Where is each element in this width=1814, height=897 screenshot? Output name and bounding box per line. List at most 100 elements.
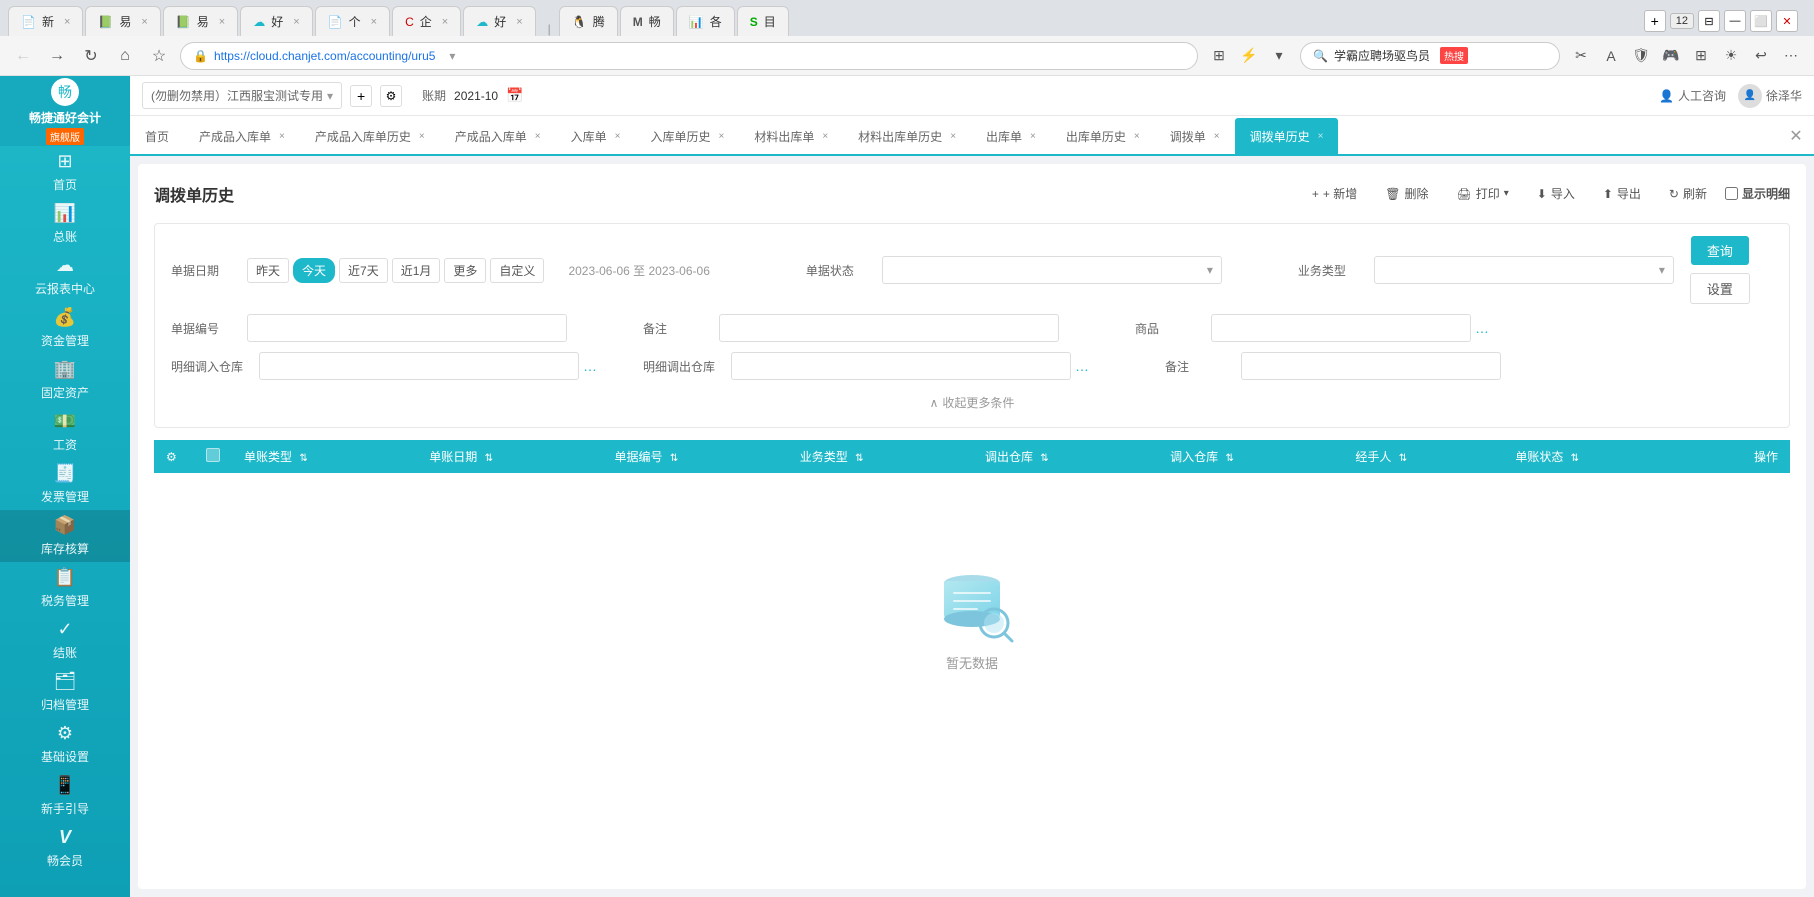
collapse-more-btn[interactable]: ∧ 收起更多条件: [171, 390, 1773, 415]
show-columns-checkbox[interactable]: [1725, 187, 1738, 200]
refresh-btn[interactable]: ↻ 刷新: [1659, 180, 1717, 207]
th-in-warehouse[interactable]: 调入仓库 ⇅: [1158, 440, 1343, 473]
nav-tab-close-diaobo-history[interactable]: ×: [1318, 131, 1324, 142]
user-info[interactable]: 👤 徐泽华: [1738, 84, 1802, 108]
nav-tab-ruku-history[interactable]: 入库单历史 ×: [635, 118, 739, 154]
lightning-btn[interactable]: ⚡: [1236, 43, 1262, 69]
tab-close-1[interactable]: ×: [141, 16, 147, 28]
sidebar-item-inventory[interactable]: 📦 库存核算: [0, 510, 130, 562]
header-checkbox[interactable]: [206, 448, 220, 462]
date-btn-7days[interactable]: 近7天: [339, 258, 388, 283]
print-btn[interactable]: 🖨 打印 ▾: [1446, 180, 1518, 207]
calendar-icon[interactable]: 📅: [506, 87, 523, 104]
delete-btn[interactable]: 🗑 删除: [1375, 180, 1438, 207]
browser-tab-5[interactable]: C 企 ×: [392, 6, 461, 36]
nav-tab-close-chanpin-in2[interactable]: ×: [535, 131, 541, 142]
close-btn[interactable]: ✕: [1776, 10, 1798, 32]
new-btn[interactable]: + + 新增: [1302, 180, 1367, 207]
star-btn[interactable]: ☆: [146, 43, 172, 69]
nav-tab-close-chuku[interactable]: ×: [1030, 131, 1036, 142]
nav-tab-chuku[interactable]: 出库单 ×: [971, 118, 1051, 154]
scissors-btn[interactable]: ✂: [1568, 43, 1594, 69]
reload-btn[interactable]: ↻: [78, 43, 104, 69]
sidebar-item-home[interactable]: ⊞ 首页: [0, 146, 130, 198]
th-biz-type[interactable]: 业务类型 ⇅: [788, 440, 973, 473]
goods-ellipsis[interactable]: …: [1475, 320, 1489, 336]
nav-tab-close-cailiao-out[interactable]: ×: [822, 131, 828, 142]
grid-btn[interactable]: ⊞: [1688, 43, 1714, 69]
home-btn[interactable]: ⌂: [112, 43, 138, 69]
brightness-btn[interactable]: ☀: [1718, 43, 1744, 69]
note2-input[interactable]: [1241, 352, 1501, 380]
minimize-btn[interactable]: —: [1724, 10, 1746, 32]
browser-tab-4[interactable]: 📄 个 ×: [315, 6, 390, 36]
nav-tab-home[interactable]: 首页: [130, 118, 184, 154]
period-value[interactable]: 2021-10: [454, 89, 498, 103]
nav-tab-close-diaobo[interactable]: ×: [1214, 131, 1220, 142]
nav-tab-close-chuku-history[interactable]: ×: [1134, 131, 1140, 142]
nav-tab-close-ruku-history[interactable]: ×: [718, 131, 724, 142]
support-btn[interactable]: 👤 人工咨询: [1659, 87, 1726, 104]
sidebar-item-invoice[interactable]: 🧾 发票管理: [0, 458, 130, 510]
query-btn[interactable]: 查询: [1691, 236, 1749, 265]
menu-btn[interactable]: ⋯: [1778, 43, 1804, 69]
goods-input[interactable]: [1211, 314, 1471, 342]
sidebar-item-closing[interactable]: ✓ 结账: [0, 614, 130, 666]
search-bar[interactable]: 🔍 学霸应聘场驱鸟员 热搜: [1300, 42, 1560, 70]
nav-tab-chuku-history[interactable]: 出库单历史 ×: [1051, 118, 1155, 154]
game-btn[interactable]: 🎮: [1658, 43, 1684, 69]
sidebar-item-capital[interactable]: 💰 资金管理: [0, 302, 130, 354]
browser-tab-6[interactable]: ☁ 好 ×: [463, 6, 535, 36]
back-btn[interactable]: ←: [10, 43, 36, 69]
biz-type-select[interactable]: ▾: [1374, 256, 1674, 284]
date-btn-today[interactable]: 今天: [293, 258, 335, 283]
date-btn-yesterday[interactable]: 昨天: [247, 258, 289, 283]
browser-tab-9[interactable]: 📊 各: [676, 6, 735, 36]
export-btn[interactable]: ⬆ 导出: [1593, 180, 1651, 207]
sidebar-item-guide[interactable]: 📱 新手引导: [0, 770, 130, 822]
nav-tab-close-chanpin-in[interactable]: ×: [279, 131, 285, 142]
detail-in-input[interactable]: [259, 352, 579, 380]
th-status[interactable]: 单账状态 ⇅: [1503, 440, 1688, 473]
tab-close-3[interactable]: ×: [293, 16, 299, 28]
nav-tab-ruku[interactable]: 入库单 ×: [556, 118, 636, 154]
tab-list-btn[interactable]: ⊟: [1698, 10, 1720, 32]
nav-tab-diaobo[interactable]: 调拨单 ×: [1155, 118, 1235, 154]
detail-in-ellipsis[interactable]: …: [583, 358, 597, 374]
tab-close-0[interactable]: ×: [64, 16, 70, 28]
browser-tab-2[interactable]: 📗 易 ×: [163, 6, 238, 36]
sidebar-item-archive[interactable]: 🗂 归档管理: [0, 666, 130, 718]
tab-close-6[interactable]: ×: [516, 16, 522, 28]
translate-btn[interactable]: A: [1598, 43, 1624, 69]
sidebar-item-salary[interactable]: 💵 工资: [0, 406, 130, 458]
new-tab-btn[interactable]: +: [1644, 10, 1666, 32]
nav-tab-chanpin-in2[interactable]: 产成品入库单 ×: [440, 118, 556, 154]
date-btn-more[interactable]: 更多: [444, 258, 486, 283]
forward-btn[interactable]: →: [44, 43, 70, 69]
nav-tab-chanpin-in[interactable]: 产成品入库单 ×: [184, 118, 300, 154]
browser-tab-1[interactable]: 📗 易 ×: [85, 6, 160, 36]
dropdown-btn[interactable]: ▾: [1266, 43, 1292, 69]
th-number[interactable]: 单据编号 ⇅: [602, 440, 787, 473]
th-operator[interactable]: 经手人 ⇅: [1343, 440, 1503, 473]
browser-tab-3[interactable]: ☁ 好 ×: [240, 6, 312, 36]
import-btn[interactable]: ⬇ 导入: [1527, 180, 1585, 207]
th-out-warehouse[interactable]: 调出仓库 ⇅: [973, 440, 1158, 473]
undo-btn[interactable]: ↩: [1748, 43, 1774, 69]
nav-tab-cailiao-out[interactable]: 材料出库单 ×: [739, 118, 843, 154]
sidebar-logo[interactable]: 畅 畅捷通好会计 旗舰版: [0, 76, 130, 146]
sidebar-item-member[interactable]: V 畅会员: [0, 822, 130, 874]
add-company-btn[interactable]: +: [350, 85, 372, 107]
extensions-btn[interactable]: ⊞: [1206, 43, 1232, 69]
nav-tab-close-cailiao-history[interactable]: ×: [950, 131, 956, 142]
date-btn-custom[interactable]: 自定义: [490, 258, 544, 283]
browser-tab-10[interactable]: S 目: [737, 6, 789, 36]
doc-number-input[interactable]: [247, 314, 567, 342]
settings-company-btn[interactable]: ⚙: [380, 85, 402, 107]
address-bar[interactable]: 🔒 https://cloud.chanjet.com/accounting/u…: [180, 42, 1198, 70]
sidebar-item-assets[interactable]: 🏢 固定资产: [0, 354, 130, 406]
th-date[interactable]: 单账日期 ⇅: [417, 440, 602, 473]
sidebar-item-tax[interactable]: 📋 税务管理: [0, 562, 130, 614]
shield-btn[interactable]: 🛡: [1628, 43, 1654, 69]
tab-close-5[interactable]: ×: [442, 16, 448, 28]
